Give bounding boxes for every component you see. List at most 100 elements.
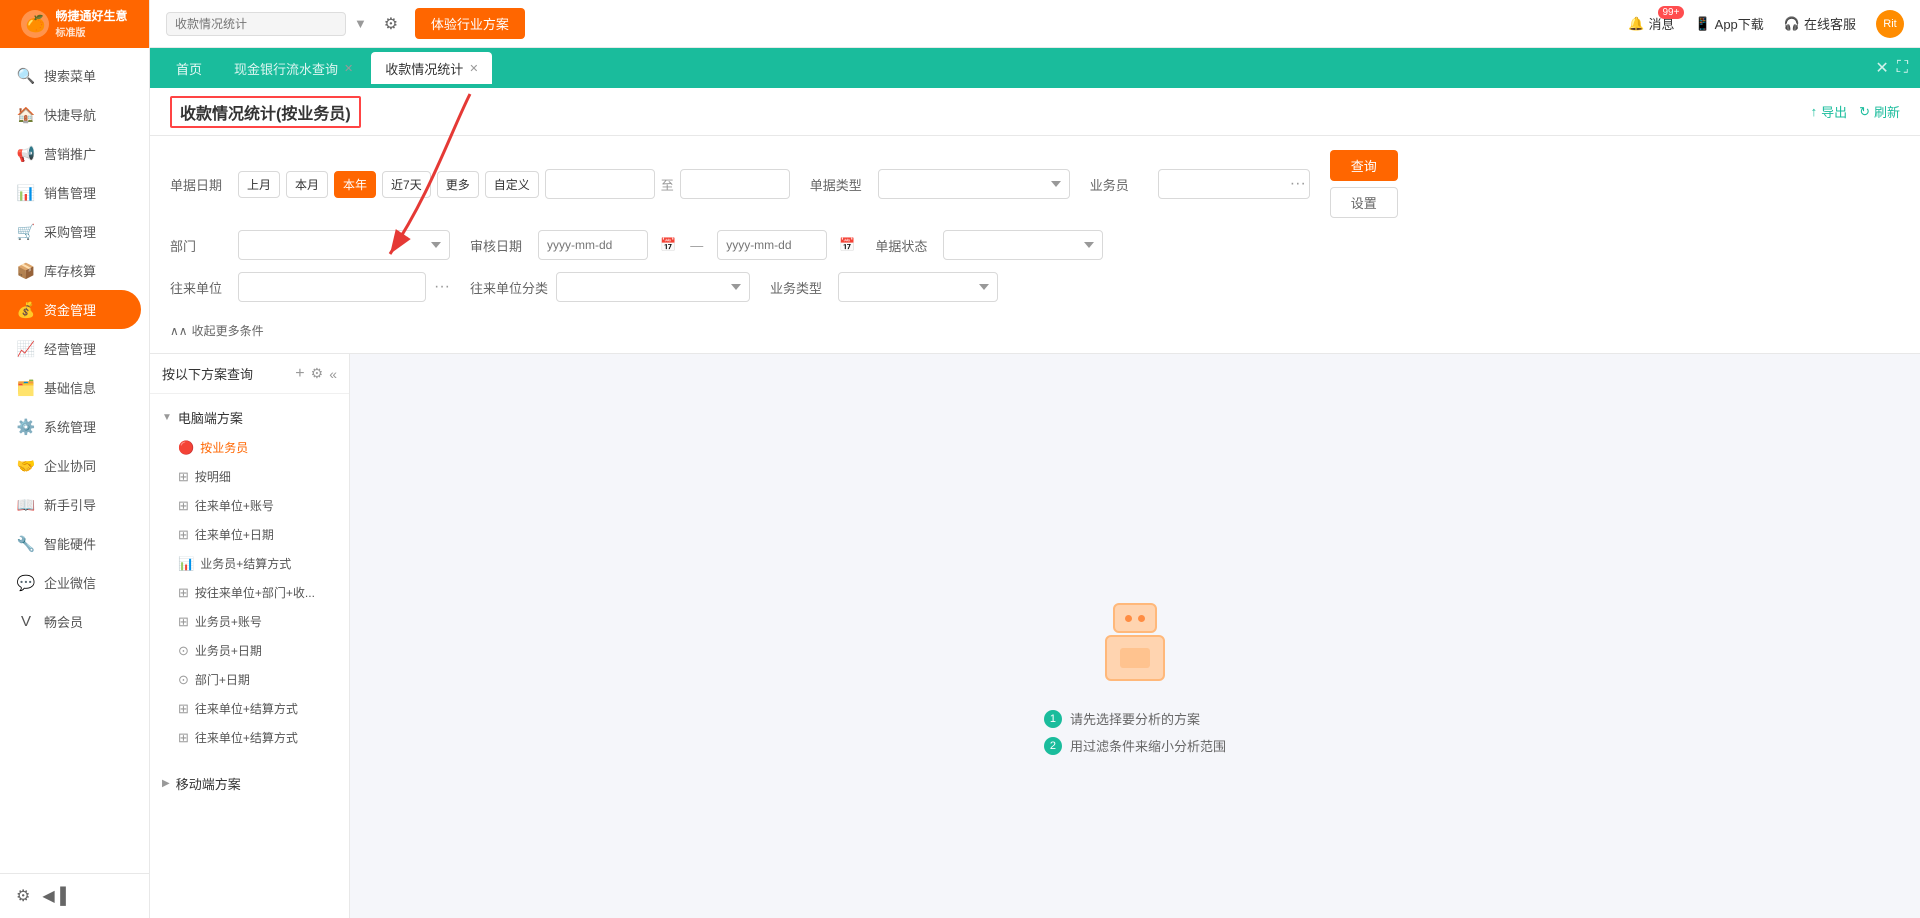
- biz-type-select[interactable]: [838, 272, 998, 302]
- left-panel: 按以下方案查询 + ⚙ « ▼ 电脑端方案 🔴 按业务员 ⊞: [150, 354, 350, 918]
- tree-item-by-unit-account[interactable]: ⊞ 往来单位+账号: [150, 491, 349, 520]
- sidebar-item-marketing[interactable]: 📢 营销推广: [0, 134, 149, 173]
- sidebar-item-wechat[interactable]: 💬 企业微信: [0, 563, 149, 602]
- doc-type-label: 单据类型: [810, 175, 870, 194]
- date-7days[interactable]: 近7天: [382, 171, 431, 198]
- tree-item-by-detail[interactable]: ⊞ 按明细: [150, 462, 349, 491]
- date-separator: 至: [661, 175, 674, 194]
- doc-status-label: 单据状态: [875, 236, 935, 255]
- online-service-button[interactable]: 🎧 在线客服: [1784, 14, 1856, 33]
- sidebar-settings-icon[interactable]: ⚙: [16, 886, 30, 906]
- sidebar-item-member[interactable]: V 畅会员: [0, 602, 149, 641]
- panel-settings-icon[interactable]: ⚙: [311, 365, 324, 382]
- sidebar-collapse-icon[interactable]: ◀▐: [42, 886, 66, 906]
- export-button[interactable]: ↑ 导出: [1811, 102, 1848, 121]
- sidebar-item-purchase[interactable]: 🛒 采购管理: [0, 212, 149, 251]
- date-this-year[interactable]: 本年: [334, 171, 376, 198]
- doc-type-field: 单据类型: [810, 169, 1070, 199]
- date-this-month[interactable]: 本月: [286, 171, 328, 198]
- sidebar-item-finance[interactable]: 💰 资金管理: [0, 290, 141, 329]
- action-buttons: 查询 设置: [1330, 150, 1398, 218]
- salesman-input[interactable]: [1158, 169, 1310, 199]
- left-panel-title: 按以下方案查询: [162, 364, 253, 383]
- counter-party-more-icon[interactable]: ···: [434, 278, 450, 296]
- tree-group-desktop[interactable]: ▼ 电脑端方案: [150, 402, 349, 433]
- tree-item-by-unit-settle2[interactable]: ⊞ 往来单位+结算方式: [150, 723, 349, 752]
- robot-eyes: [1125, 615, 1145, 622]
- dept-label: 部门: [170, 236, 230, 255]
- counter-party-input[interactable]: [238, 272, 426, 302]
- date-last-month[interactable]: 上月: [238, 171, 280, 198]
- panel-add-icon[interactable]: +: [295, 365, 304, 383]
- panel-collapse-icon[interactable]: «: [329, 366, 337, 382]
- sidebar-item-enterprise[interactable]: 🤝 企业协同: [0, 446, 149, 485]
- sidebar-item-hardware[interactable]: 🔧 智能硬件: [0, 524, 149, 563]
- tree-item-by-salesman-settle[interactable]: 📊 业务员+结算方式: [150, 549, 349, 578]
- robot-body: [1105, 635, 1165, 681]
- doc-status-select[interactable]: [943, 230, 1103, 260]
- query-button[interactable]: 查询: [1330, 150, 1398, 181]
- sidebar-item-quick-nav[interactable]: 🏠 快捷导航: [0, 95, 149, 134]
- collapse-conditions-button[interactable]: ∧∧ 收起更多条件: [170, 322, 1900, 339]
- review-date-start[interactable]: [538, 230, 648, 260]
- biz-type-field: 业务类型: [770, 272, 998, 302]
- sidebar-item-inventory[interactable]: 📦 库存核算: [0, 251, 149, 290]
- tree-group-mobile[interactable]: ▶ 移动端方案: [150, 768, 349, 799]
- tab-bank-flow[interactable]: 现金银行流水查询 ✕: [220, 52, 367, 84]
- breadcrumb-input[interactable]: [166, 12, 346, 36]
- sales-icon: 📊: [16, 184, 36, 202]
- empty-state: 1 请先选择要分析的方案 2 用过滤条件来缩小分析范围: [1044, 603, 1226, 755]
- tree-item-by-unit-settle1[interactable]: ⊞ 往来单位+结算方式: [150, 694, 349, 723]
- export-icon: ↑: [1811, 104, 1818, 119]
- tree-item-salesman-icon: 🔴: [178, 440, 194, 456]
- app-download-button[interactable]: 📱 App下载: [1694, 14, 1763, 33]
- tab-bank-flow-close-icon[interactable]: ✕: [344, 62, 353, 75]
- doc-type-select[interactable]: [878, 169, 1070, 199]
- date-custom[interactable]: 自定义: [485, 171, 539, 198]
- tab-bar-maximize-icon[interactable]: ⛶: [1897, 59, 1908, 77]
- date-end-input[interactable]: 2023-12-31: [680, 169, 790, 199]
- refresh-button[interactable]: ↻ 刷新: [1859, 102, 1900, 121]
- tab-collection-stats[interactable]: 收款情况统计 ✕: [371, 52, 492, 84]
- logo: 🍊 畅捷通好生意 标准版: [0, 0, 149, 48]
- tab-bar-close-all-icon[interactable]: ✕: [1875, 58, 1888, 78]
- messages-button[interactable]: 🔔 消息 99+: [1628, 14, 1674, 33]
- header-gear-button[interactable]: ⚙: [375, 8, 407, 40]
- tree-item-by-salesman-date[interactable]: ⊙ 业务员+日期: [150, 636, 349, 665]
- date-more[interactable]: 更多: [437, 171, 479, 198]
- counter-party-class-select[interactable]: [556, 272, 750, 302]
- tree-item-salesman-account-icon: ⊞: [178, 614, 189, 630]
- tree-item-by-unit-date[interactable]: ⊞ 往来单位+日期: [150, 520, 349, 549]
- search-row-3: 往来单位 ··· 往来单位分类 业务类型: [170, 272, 1900, 302]
- review-calendar-start-icon[interactable]: 📅: [660, 237, 676, 253]
- salesman-more-icon[interactable]: ···: [1290, 175, 1306, 193]
- review-calendar-end-icon[interactable]: 📅: [839, 237, 855, 253]
- logo-icon: 🍊: [21, 10, 49, 38]
- breadcrumb-chevron-icon[interactable]: ▼: [354, 16, 367, 31]
- tree-item-by-dept-date[interactable]: ⊙ 部门+日期: [150, 665, 349, 694]
- trial-button[interactable]: 体验行业方案: [415, 8, 525, 39]
- tree-item-by-unit-dept[interactable]: ⊞ 按往来单位+部门+收...: [150, 578, 349, 607]
- sidebar-item-basic[interactable]: 🗂️ 基础信息: [0, 368, 149, 407]
- marketing-icon: 📢: [16, 145, 36, 163]
- date-label: 单据日期: [170, 175, 230, 194]
- review-date-end[interactable]: [717, 230, 827, 260]
- header-right: 🔔 消息 99+ 📱 App下载 🎧 在线客服 Rit: [1628, 10, 1904, 38]
- logo-text: 畅捷通好生意: [55, 9, 127, 23]
- review-date-sep: —: [690, 238, 703, 253]
- sidebar-item-system[interactable]: ⚙️ 系统管理: [0, 407, 149, 446]
- sidebar-item-guide[interactable]: 📖 新手引导: [0, 485, 149, 524]
- sidebar-item-operations[interactable]: 📈 经营管理: [0, 329, 149, 368]
- user-avatar[interactable]: Rit: [1876, 10, 1904, 38]
- settings-button[interactable]: 设置: [1330, 187, 1398, 218]
- tree-item-by-salesman[interactable]: 🔴 按业务员: [150, 433, 349, 462]
- tab-collection-stats-close-icon[interactable]: ✕: [469, 62, 478, 75]
- tab-home[interactable]: 首页: [162, 52, 216, 84]
- collapse-up-icon: ∧∧: [170, 324, 188, 338]
- dept-select[interactable]: [238, 230, 450, 260]
- sidebar-item-search[interactable]: 🔍 搜索菜单: [0, 56, 149, 95]
- sidebar-item-sales[interactable]: 📊 销售管理: [0, 173, 149, 212]
- panel-header-actions: + ⚙ «: [295, 365, 337, 383]
- date-start-input[interactable]: 2023-01-01: [545, 169, 655, 199]
- tree-item-by-salesman-account[interactable]: ⊞ 业务员+账号: [150, 607, 349, 636]
